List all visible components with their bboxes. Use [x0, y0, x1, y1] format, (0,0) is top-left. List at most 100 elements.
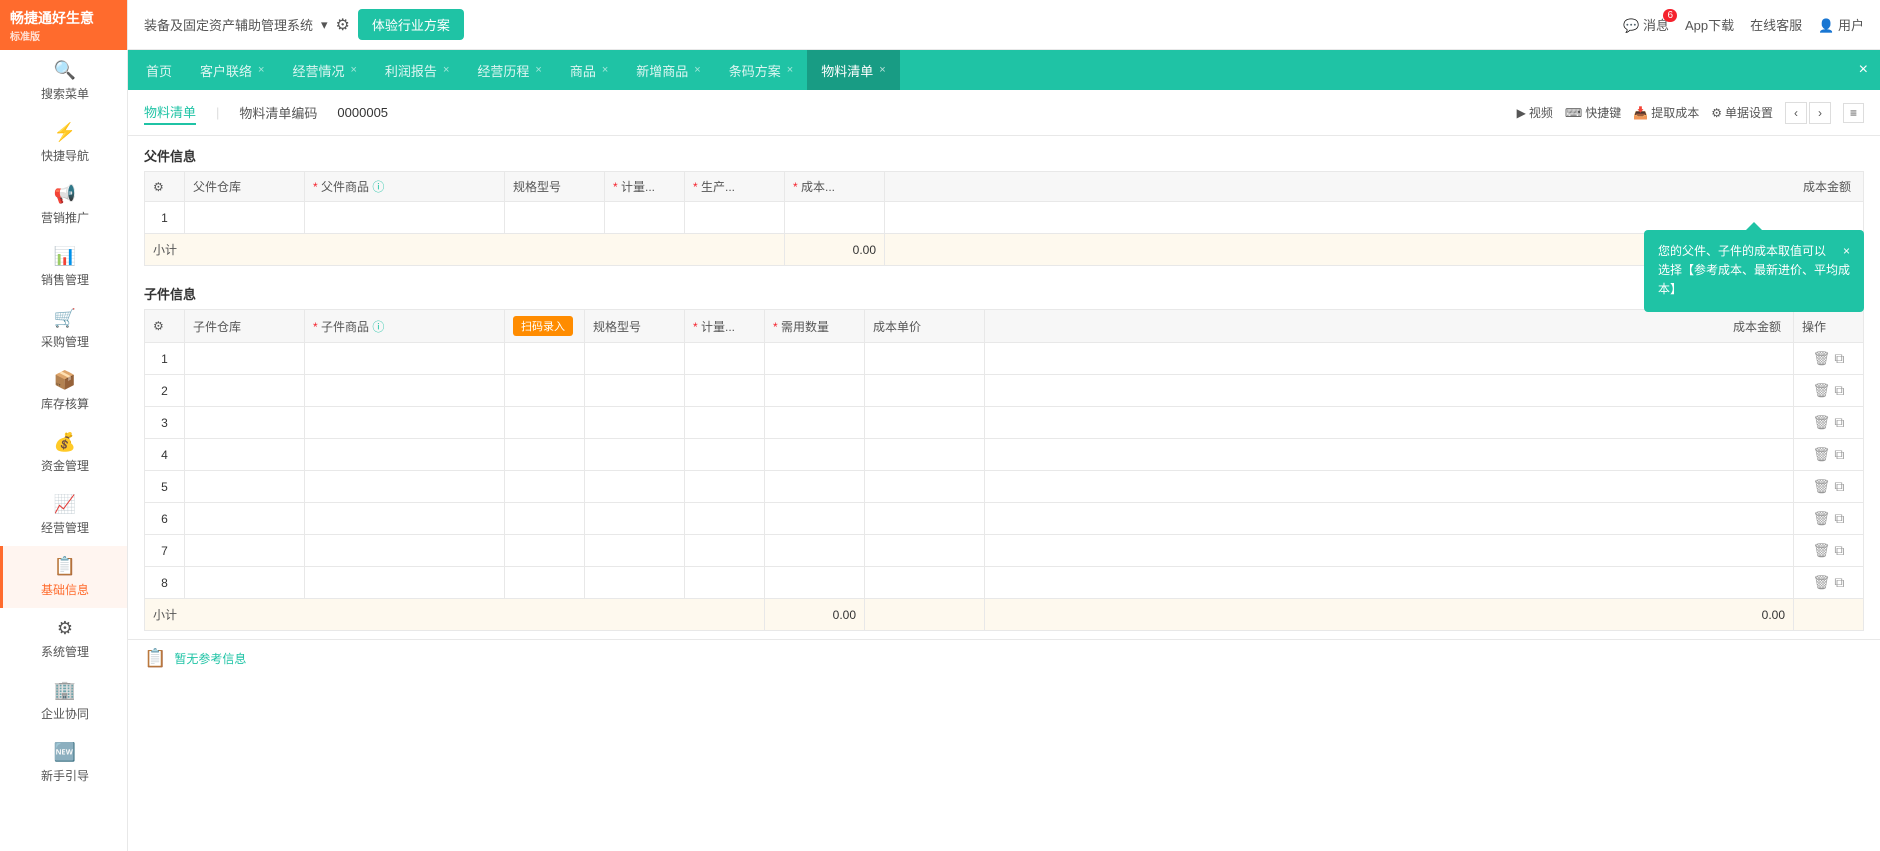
close-customer-tab[interactable]: ×	[258, 64, 264, 76]
sidebar-item-enterprise[interactable]: 🏢 企业协同	[0, 670, 127, 732]
child-col-product: * 子件商品 ⓘ	[305, 310, 505, 343]
child-qty-1[interactable]	[765, 343, 865, 375]
next-arrow[interactable]: ›	[1809, 102, 1831, 124]
child-product-2[interactable]	[305, 375, 505, 407]
child-product-1[interactable]	[305, 343, 505, 375]
child-warehouse-1[interactable]	[185, 343, 305, 375]
child-scan-1[interactable]	[505, 343, 585, 375]
bottom-text[interactable]: 暂无参考信息	[174, 650, 246, 667]
delete-btn-6[interactable]: 🗑	[1813, 510, 1831, 527]
child-spec-2[interactable]	[585, 375, 685, 407]
message-badge-container[interactable]: 💬 6 消息	[1623, 15, 1669, 34]
trial-button[interactable]: 体验行业方案	[358, 9, 464, 40]
parent-unit-cell[interactable]	[605, 202, 685, 234]
parent-cost-cell[interactable]	[785, 202, 885, 234]
child-scan-2[interactable]	[505, 375, 585, 407]
child-section-title: 子件信息	[144, 274, 1864, 309]
parent-product-cell[interactable]	[305, 202, 505, 234]
close-history-tab[interactable]: ×	[535, 64, 541, 76]
copy-btn-8[interactable]: ⧉	[1834, 574, 1844, 591]
sidebar-item-guide[interactable]: 🆕 新手引导	[0, 732, 127, 794]
tooltip-box: × 您的父件、子件的成本取值可以选择【参考成本、最新进价、平均成本】	[1644, 230, 1864, 312]
single-settings-action[interactable]: ⚙ 单据设置	[1711, 104, 1773, 121]
copy-btn-4[interactable]: ⧉	[1834, 446, 1844, 463]
tab-newproduct[interactable]: 新增商品 ×	[622, 50, 714, 90]
sidebar-item-finance[interactable]: 💰 资金管理	[0, 422, 127, 484]
sidebar-item-purchase[interactable]: 🛒 采购管理	[0, 298, 127, 360]
child-row-6: 6 🗑⧉	[145, 503, 1864, 535]
tab-operations[interactable]: 经营情况 ×	[278, 50, 370, 90]
child-row-1: 1 🗑 ⧉	[145, 343, 1864, 375]
delete-btn-4[interactable]: 🗑	[1813, 446, 1831, 463]
app-download-link[interactable]: App下载	[1685, 15, 1734, 34]
parent-subtotal-cost: 0.00	[785, 234, 885, 266]
tab-profit[interactable]: 利润报告 ×	[371, 50, 463, 90]
sub-header: 物料清单 | 物料清单编码 0000005 ▶ 视频 ⌨ 快捷键 📥 提取成本 …	[128, 90, 1880, 136]
menu-icon[interactable]: ≡	[1843, 103, 1864, 123]
tab-history[interactable]: 经营历程 ×	[463, 50, 555, 90]
close-bom-tab[interactable]: ×	[879, 64, 885, 76]
sidebar-item-system[interactable]: ⚙ 系统管理	[0, 608, 127, 670]
delete-btn-7[interactable]: 🗑	[1813, 542, 1831, 559]
child-col-qty: * 需用数量	[765, 310, 865, 343]
parent-spec-cell[interactable]	[505, 202, 605, 234]
settings-icon[interactable]: ⚙	[336, 15, 350, 35]
tab-home[interactable]: 首页	[132, 50, 186, 90]
prev-arrow[interactable]: ‹	[1785, 102, 1807, 124]
parent-col-costamt: 成本金额	[885, 172, 1864, 202]
shortcut-action[interactable]: ⌨ 快捷键	[1565, 104, 1621, 121]
scan-button[interactable]: 扫码录入	[513, 316, 573, 336]
child-unitprice-1[interactable]	[865, 343, 985, 375]
parent-prod-cell[interactable]	[685, 202, 785, 234]
close-barcode-tab[interactable]: ×	[787, 64, 793, 76]
sidebar-item-marketing[interactable]: 📢 营销推广	[0, 174, 127, 236]
parent-col-settings[interactable]: ⚙	[145, 172, 185, 202]
close-all-tabs[interactable]: ×	[1851, 61, 1876, 79]
child-col-settings[interactable]: ⚙	[145, 310, 185, 343]
copy-btn-3[interactable]: ⧉	[1834, 414, 1844, 431]
child-qty-2[interactable]	[765, 375, 865, 407]
purchase-icon: 🛒	[54, 308, 76, 329]
sidebar-item-quicknav[interactable]: ⚡ 快捷导航	[0, 112, 127, 174]
child-subtotal-costamt: 0.00	[985, 599, 1794, 631]
child-warehouse-2[interactable]	[185, 375, 305, 407]
child-unitprice-2[interactable]	[865, 375, 985, 407]
tab-barcode[interactable]: 条码方案 ×	[715, 50, 807, 90]
child-unit-1[interactable]	[685, 343, 765, 375]
delete-btn-2[interactable]: 🗑	[1813, 382, 1831, 399]
copy-btn-7[interactable]: ⧉	[1834, 542, 1844, 559]
user-avatar[interactable]: 👤 用户	[1818, 15, 1864, 34]
close-newproduct-tab[interactable]: ×	[694, 64, 700, 76]
delete-btn-5[interactable]: 🗑	[1813, 478, 1831, 495]
sidebar-item-basic[interactable]: 📋 基础信息	[0, 546, 127, 608]
child-unit-2[interactable]	[685, 375, 765, 407]
tooltip-close-button[interactable]: ×	[1843, 242, 1850, 261]
extract-icon: 📥	[1633, 106, 1648, 120]
sub-tab-bom[interactable]: 物料清单	[144, 100, 196, 125]
tab-customer[interactable]: 客户联络 ×	[186, 50, 278, 90]
extract-cost-action[interactable]: 📥 提取成本	[1633, 104, 1699, 121]
close-operations-tab[interactable]: ×	[350, 64, 356, 76]
sidebar-item-operations[interactable]: 📈 经营管理	[0, 484, 127, 546]
sidebar-item-search[interactable]: 🔍 搜索菜单	[0, 50, 127, 112]
parent-warehouse-cell[interactable]	[185, 202, 305, 234]
copy-btn-5[interactable]: ⧉	[1834, 478, 1844, 495]
close-product-tab[interactable]: ×	[602, 64, 608, 76]
copy-btn-2[interactable]: ⧉	[1834, 382, 1844, 399]
online-service-link[interactable]: 在线客服	[1750, 15, 1802, 34]
delete-btn-1[interactable]: 🗑	[1813, 350, 1831, 367]
parent-table: ⚙ 父件仓库 * 父件商品 ⓘ 规格型号 * 计量... * 生产... * 成…	[144, 171, 1864, 266]
sidebar-item-sales[interactable]: 📊 销售管理	[0, 236, 127, 298]
tab-bom[interactable]: 物料清单 ×	[807, 50, 899, 90]
close-profit-tab[interactable]: ×	[443, 64, 449, 76]
copy-btn-6[interactable]: ⧉	[1834, 510, 1844, 527]
delete-btn-8[interactable]: 🗑	[1813, 574, 1831, 591]
delete-btn-3[interactable]: 🗑	[1813, 414, 1831, 431]
message-icon: 💬	[1623, 18, 1639, 33]
copy-btn-1[interactable]: ⧉	[1834, 350, 1844, 367]
tab-product[interactable]: 商品 ×	[556, 50, 622, 90]
sidebar-item-inventory[interactable]: 📦 库存核算	[0, 360, 127, 422]
child-spec-1[interactable]	[585, 343, 685, 375]
dropdown-arrow[interactable]: ▾	[321, 17, 328, 33]
video-action[interactable]: ▶ 视频	[1517, 104, 1553, 121]
